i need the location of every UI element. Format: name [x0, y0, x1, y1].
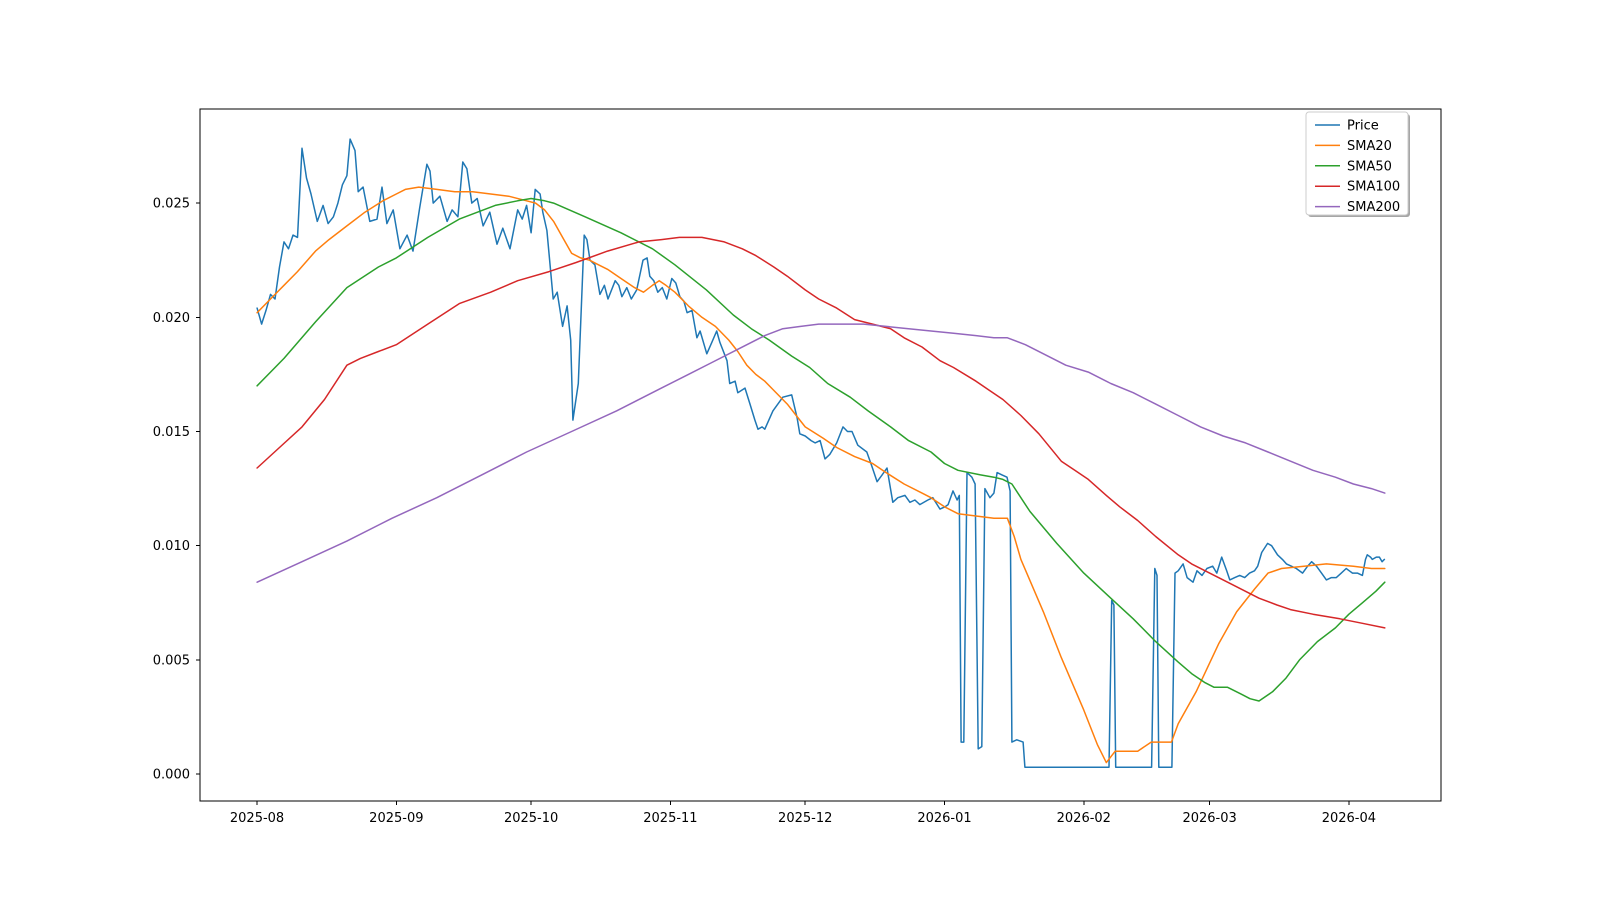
y-tick-label: 0.010 [153, 539, 190, 554]
x-tick-label: 2026-02 [1057, 811, 1111, 826]
x-tick-label: 2025-12 [778, 811, 832, 826]
x-tick-label: 2025-08 [230, 811, 284, 826]
legend-label-sma20: SMA20 [1347, 139, 1392, 154]
x-tick-label: 2025-10 [504, 811, 558, 826]
y-tick-label: 0.020 [153, 311, 190, 326]
x-tick-label: 2026-03 [1182, 811, 1236, 826]
x-tick-label: 2025-11 [643, 811, 697, 826]
y-tick-label: 0.015 [153, 425, 190, 440]
x-tick-label: 2025-09 [369, 811, 423, 826]
x-tick-label: 2026-04 [1322, 811, 1376, 826]
y-tick-label: 0.000 [153, 768, 190, 783]
legend-label-sma200: SMA200 [1347, 200, 1400, 215]
legend-label-price: Price [1347, 119, 1379, 134]
y-tick-label: 0.025 [153, 197, 190, 212]
legend-label-sma50: SMA50 [1347, 159, 1392, 174]
figure-canvas: 0.000 0.005 0.010 0.015 0.020 0.025 2025-08 202… [0, 0, 1600, 900]
legend: Price SMA20 SMA50 SMA100 SMA200 [1305, 111, 1410, 217]
price-sma-line-chart: 0.000 0.005 0.010 0.015 0.020 0.025 2025-08 202… [0, 0, 1600, 900]
y-tick-label: 0.005 [153, 653, 190, 668]
x-tick-label: 2026-01 [917, 811, 971, 826]
legend-label-sma100: SMA100 [1347, 180, 1400, 195]
